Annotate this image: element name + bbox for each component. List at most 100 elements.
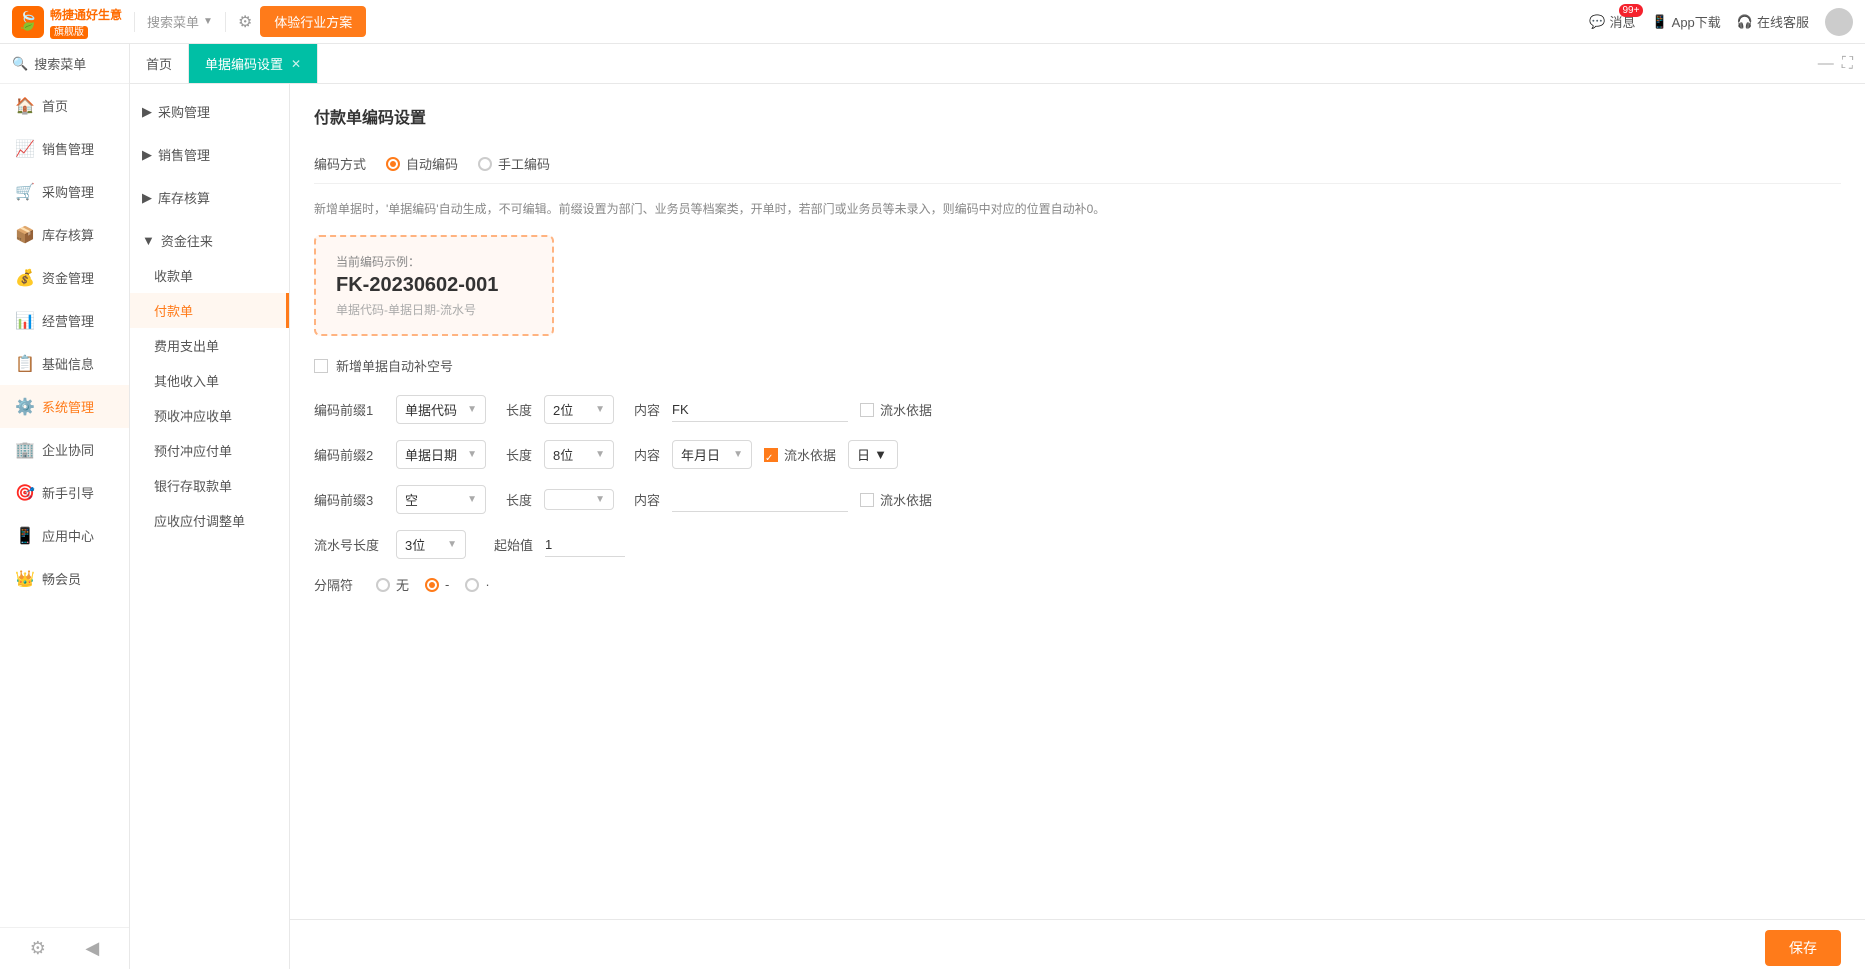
prefix-row-1: 编码前缀1 单据代码 ▼ 长度 2位 ▼ 内容 [314, 395, 1841, 424]
submenu-group-sales: ▶ 销售管理 [130, 137, 289, 172]
submenu-item-other-income[interactable]: 其他收入单 [130, 363, 289, 398]
message-icon: 💬 [1589, 14, 1605, 30]
sidebar-item-enterprise[interactable]: 🏢 企业协同 [0, 428, 129, 471]
submenu-item-expense[interactable]: 费用支出单 [130, 328, 289, 363]
submenu-item-prepay-payable[interactable]: 预付冲应付单 [130, 433, 289, 468]
length2-arrow-icon: ▼ [595, 449, 605, 460]
sidebar-item-operation[interactable]: 📊 经营管理 [0, 299, 129, 342]
serial-dep2-checkbox[interactable]: ✓ 流水依据 [764, 445, 836, 464]
tabbar: 首页 单据编码设置 ✕ — ⛶ [130, 44, 1865, 84]
app-logo: 🍃 畅捷通好生意 旗舰版 [12, 6, 122, 38]
sidebar-item-system[interactable]: ⚙️ 系统管理 [0, 385, 129, 428]
message-button[interactable]: 💬 消息 99+ [1589, 12, 1635, 31]
preview-label: 当前编码示例： [336, 253, 532, 270]
submenu-item-bank[interactable]: 银行存取款单 [130, 468, 289, 503]
tab-close-icon[interactable]: ✕ [291, 57, 301, 71]
page-body: ▶ 采购管理 ▶ 销售管理 ▶ 库存核算 [130, 84, 1865, 969]
settings-bottom-icon[interactable]: ⚙ [30, 938, 46, 959]
online-service-button[interactable]: 🎧 在线客服 [1737, 12, 1809, 31]
sales-icon: 📈 [16, 140, 34, 158]
start-value-input[interactable] [545, 533, 625, 557]
content3-input[interactable] [672, 488, 848, 512]
info-text: 新增单据时，'单据编码'自动生成，不可编辑。前缀设置为部门、业务员等档案类，开单… [314, 200, 1841, 219]
preview-box: 当前编码示例： FK-20230602-001 单据代码-单据日期-流水号 [314, 235, 554, 336]
sidebar-item-finance[interactable]: 💰 资金管理 [0, 256, 129, 299]
expand-icon2: ▶ [142, 147, 152, 163]
sidebar-item-sales[interactable]: 📈 销售管理 [0, 127, 129, 170]
enterprise-icon: 🏢 [16, 441, 34, 459]
prefix3-arrow-icon: ▼ [467, 494, 477, 505]
page-inner: 付款单编码设置 编码方式 自动编码 手工编码 [290, 84, 1865, 919]
encode-method-row: 编码方式 自动编码 手工编码 [314, 144, 1841, 184]
sidebar-search[interactable]: 🔍 搜索菜单 [0, 44, 129, 84]
tab-home[interactable]: 首页 [130, 44, 189, 83]
content2-select[interactable]: 年月日 ▼ [672, 440, 752, 469]
basic-icon: 📋 [16, 355, 34, 373]
sep-none-radio[interactable]: 无 [376, 575, 409, 594]
serial-length-select[interactable]: 3位 ▼ [396, 530, 466, 559]
prefix2-select[interactable]: 单据日期 ▼ [396, 440, 486, 469]
manual-encode-radio[interactable]: 手工编码 [478, 154, 550, 173]
serial-dep3-box [860, 493, 874, 507]
topbar: 🍃 畅捷通好生意 旗舰版 搜索菜单 ▼ ⚙ 体验行业方案 💬 消息 99+ 📱 … [0, 0, 1865, 44]
sep-dot-dot [425, 578, 439, 592]
operation-icon: 📊 [16, 312, 34, 330]
length1-arrow-icon: ▼ [595, 404, 605, 415]
start-value-label: 起始值 [494, 535, 533, 554]
topbar-divider [134, 12, 135, 32]
topbar-search-area[interactable]: 搜索菜单 ▼ [147, 12, 213, 31]
auto-encode-radio-dot [386, 157, 400, 171]
collapse-icon[interactable]: ◀ [85, 938, 99, 959]
save-button[interactable]: 保存 [1765, 930, 1841, 966]
sidebar-item-purchase[interactable]: 🛒 采购管理 [0, 170, 129, 213]
submenu-item-receipt[interactable]: 收款单 [130, 258, 289, 293]
solution-button[interactable]: 体验行业方案 [260, 6, 366, 37]
sub-menu: ▶ 采购管理 ▶ 销售管理 ▶ 库存核算 [130, 84, 290, 969]
day-select[interactable]: 日 ▼ [848, 440, 898, 469]
length3-select[interactable]: ▼ [544, 489, 614, 510]
submenu-item-adjustment[interactable]: 应收应付调整单 [130, 503, 289, 538]
sidebar-item-guide[interactable]: 🎯 新手引导 [0, 471, 129, 514]
user-avatar[interactable] [1825, 8, 1853, 36]
guide-icon: 🎯 [16, 484, 34, 502]
sep-dot-radio[interactable]: - [425, 577, 449, 592]
sidebar-item-inventory[interactable]: 📦 库存核算 [0, 213, 129, 256]
encode-radio-group: 自动编码 手工编码 [386, 154, 550, 173]
sidebar-item-home[interactable]: 🏠 首页 [0, 84, 129, 127]
content2-arrow-icon: ▼ [733, 449, 743, 460]
content-area: 首页 单据编码设置 ✕ — ⛶ ▶ 采购管理 [130, 44, 1865, 969]
serial-dep3-checkbox[interactable]: 流水依据 [860, 490, 932, 509]
submenu-group-purchase: ▶ 采购管理 [130, 94, 289, 129]
expand-icon3: ▶ [142, 190, 152, 206]
sidebar: 🔍 搜索菜单 🏠 首页 📈 销售管理 🛒 采购管理 📦 库存核算 💰 资金管理 … [0, 44, 130, 969]
submenu-header-sales[interactable]: ▶ 销售管理 [130, 137, 289, 172]
settings-icon[interactable]: ⚙ [238, 12, 252, 32]
auto-fill-label: 新增单据自动补空号 [336, 356, 453, 375]
day-arrow-icon: ▼ [874, 447, 887, 462]
submenu-header-finance[interactable]: ▼ 资金往来 [130, 223, 289, 258]
serial-dep1-checkbox[interactable]: 流水依据 [860, 400, 932, 419]
prefix3-select[interactable]: 空 ▼ [396, 485, 486, 514]
sidebar-item-member[interactable]: 👑 畅会员 [0, 557, 129, 600]
page-title: 付款单编码设置 [314, 104, 1841, 128]
submenu-item-prepay-receivable[interactable]: 预收冲应收单 [130, 398, 289, 433]
page-content: 付款单编码设置 编码方式 自动编码 手工编码 [290, 84, 1865, 969]
length1-select[interactable]: 2位 ▼ [544, 395, 614, 424]
minimize-icon[interactable]: — [1818, 55, 1834, 73]
content1-input[interactable] [672, 398, 848, 422]
length2-select[interactable]: 8位 ▼ [544, 440, 614, 469]
submenu-item-payment[interactable]: 付款单 [130, 293, 289, 328]
prefix-row-3: 编码前缀3 空 ▼ 长度 ▼ 内容 [314, 485, 1841, 514]
submenu-header-purchase[interactable]: ▶ 采购管理 [130, 94, 289, 129]
auto-fill-checkbox[interactable] [314, 359, 328, 373]
sidebar-item-basic[interactable]: 📋 基础信息 [0, 342, 129, 385]
auto-encode-radio[interactable]: 自动编码 [386, 154, 458, 173]
submenu-header-inventory[interactable]: ▶ 库存核算 [130, 180, 289, 215]
sep-dot2-radio[interactable]: · [465, 577, 489, 592]
maximize-icon[interactable]: ⛶ [1842, 55, 1853, 73]
sidebar-item-apps[interactable]: 📱 应用中心 [0, 514, 129, 557]
tab-encode-settings[interactable]: 单据编码设置 ✕ [189, 44, 318, 83]
app-download-button[interactable]: 📱 App下载 [1651, 12, 1720, 31]
prefix1-select[interactable]: 单据代码 ▼ [396, 395, 486, 424]
preview-code: FK-20230602-001 [336, 274, 532, 297]
